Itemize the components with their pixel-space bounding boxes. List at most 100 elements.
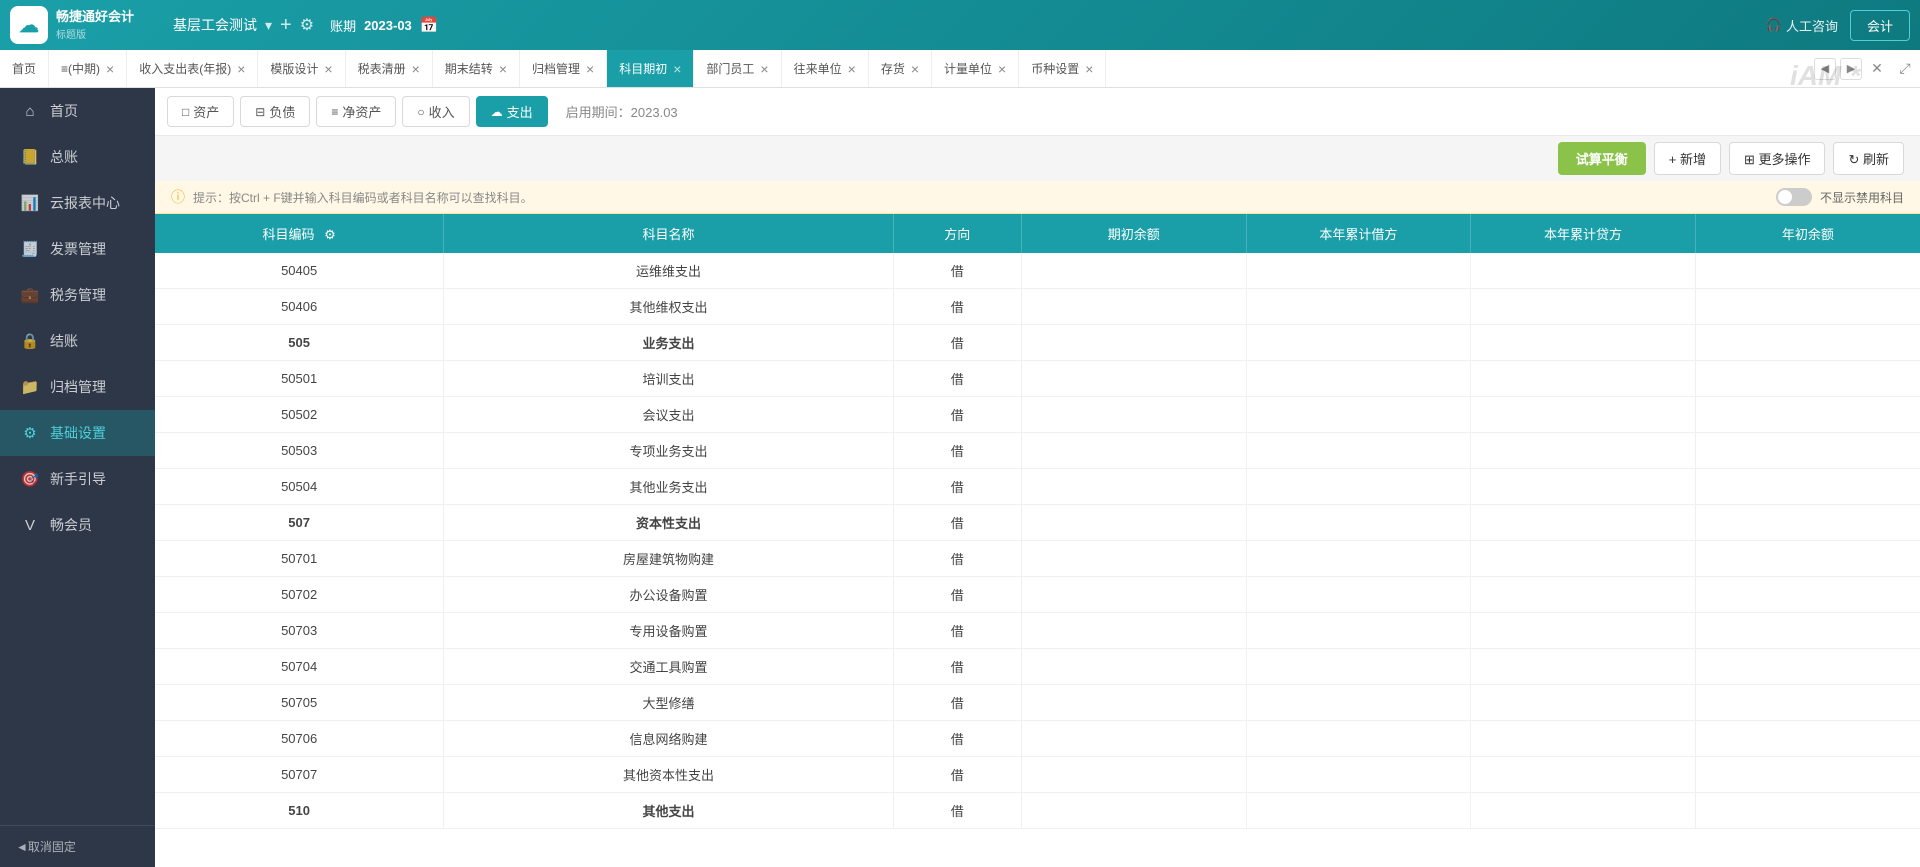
cell-period-balance[interactable] [1021, 613, 1246, 649]
sub-tab-asset[interactable]: □资产 [167, 96, 234, 127]
table-row[interactable]: 50405运维维支出借 [155, 253, 1920, 289]
cell-dir: 借 [893, 721, 1021, 757]
tab-currency[interactable]: 币种设置× [1019, 50, 1106, 87]
table-row[interactable]: 50406其他维权支出借 [155, 289, 1920, 325]
sidebar-item-guide[interactable]: 🎯新手引导 [0, 456, 155, 502]
tab-close-dept[interactable]: × [760, 61, 768, 77]
sub-tab-liability[interactable]: ⊟负债 [240, 96, 310, 127]
sidebar-item-member[interactable]: V畅会员 [0, 502, 155, 548]
tab-unit[interactable]: 计量单位 × [932, 50, 1019, 87]
cell-period-balance[interactable] [1021, 793, 1246, 829]
tab-partners[interactable]: 往来单位× [782, 50, 869, 87]
sidebar-item-home[interactable]: ⌂首页 [0, 88, 155, 134]
tab-archive[interactable]: 归档管理× [520, 50, 607, 87]
account-button[interactable]: 会计 [1850, 10, 1910, 41]
tab-close-unit[interactable]: × [998, 61, 1006, 77]
cell-period-balance[interactable] [1021, 253, 1246, 289]
tab-income[interactable]: 收入支出表(年报)× [127, 50, 258, 87]
tab-tax[interactable]: 税表清册× [346, 50, 433, 87]
refresh-button[interactable]: ↻ 刷新 [1833, 142, 1904, 175]
cell-period-balance[interactable] [1021, 361, 1246, 397]
sidebar-item-invoice[interactable]: 🧾发票管理 [0, 226, 155, 272]
dropdown-icon[interactable]: ▾ [265, 17, 272, 34]
tab-close-mid[interactable]: × [106, 61, 114, 77]
more-button[interactable]: ⊞ 更多操作 [1729, 142, 1826, 175]
cell-period-balance[interactable] [1021, 469, 1246, 505]
table-row[interactable]: 50702办公设备购置借 [155, 577, 1920, 613]
table-row[interactable]: 505业务支出借 [155, 325, 1920, 361]
table-row[interactable]: 50502会议支出借 [155, 397, 1920, 433]
cell-year-balance [1695, 757, 1920, 793]
cell-period-balance[interactable] [1021, 325, 1246, 361]
cell-year-balance [1695, 469, 1920, 505]
cell-period-balance[interactable] [1021, 289, 1246, 325]
sidebar-item-archive[interactable]: 📁归档管理 [0, 364, 155, 410]
cell-year-balance [1695, 253, 1920, 289]
cell-period-balance[interactable] [1021, 577, 1246, 613]
tab-close-inventory[interactable]: × [911, 61, 919, 77]
table-row[interactable]: 50503专项业务支出借 [155, 433, 1920, 469]
cell-period-balance[interactable] [1021, 685, 1246, 721]
tab-expand-btn[interactable]: ⤢ [1894, 58, 1916, 80]
cell-code: 510 [155, 793, 444, 829]
tab-close-currency[interactable]: × [1085, 61, 1093, 77]
add-project-btn[interactable]: + [280, 15, 292, 35]
table-row[interactable]: 510其他支出借 [155, 793, 1920, 829]
cell-year-credit [1471, 289, 1696, 325]
table-row[interactable]: 50501培训支出借 [155, 361, 1920, 397]
balance-button[interactable]: 试算平衡 [1558, 142, 1646, 175]
tab-close-tax[interactable]: × [412, 61, 420, 77]
tab-next-btn[interactable]: ▶ [1840, 58, 1862, 80]
table-row[interactable]: 50705大型修缮借 [155, 685, 1920, 721]
cell-period-balance[interactable] [1021, 757, 1246, 793]
tab-dept[interactable]: 部门员工× [694, 50, 781, 87]
sidebar-icon-archive: 📁 [20, 378, 40, 396]
logo-title: 畅捷通好会计 [56, 9, 134, 26]
tab-prev-btn[interactable]: ◀ [1814, 58, 1836, 80]
sidebar-item-settings[interactable]: ⚙基础设置 [0, 410, 155, 456]
tab-close-template[interactable]: × [324, 61, 332, 77]
table-row[interactable]: 50504其他业务支出借 [155, 469, 1920, 505]
sidebar-item-reports[interactable]: 📊云报表中心 [0, 180, 155, 226]
tab-period_end[interactable]: 期末结转× [433, 50, 520, 87]
tab-close-income[interactable]: × [237, 61, 245, 77]
cell-period-balance[interactable] [1021, 541, 1246, 577]
table-row[interactable]: 507资本性支出借 [155, 505, 1920, 541]
settings-icon[interactable]: ⚙ [300, 15, 314, 35]
tab-mid[interactable]: ≡(中期)× [49, 50, 127, 87]
tab-subject_init[interactable]: 科目期初× [607, 50, 694, 87]
sidebar-collapse-btn[interactable]: ◄取消固定 [0, 825, 155, 867]
gear-icon[interactable]: ⚙ [324, 227, 336, 242]
tab-home[interactable]: 首页 [0, 50, 49, 87]
sidebar-item-ledger[interactable]: 📒总账 [0, 134, 155, 180]
tab-close-all-btn[interactable]: ✕ [1866, 58, 1888, 80]
calendar-icon[interactable]: 📅 [420, 16, 439, 34]
tab-close-archive[interactable]: × [586, 61, 594, 77]
cell-period-balance[interactable] [1021, 433, 1246, 469]
table-wrapper[interactable]: 科目编码 ⚙ 科目名称 方向 期初余额 本年累计借方 本年累计贷方 年初余额 5… [155, 214, 1920, 867]
add-button[interactable]: + 新增 [1654, 142, 1721, 175]
help-btn[interactable]: 🎧 人工咨询 [1766, 16, 1838, 35]
toggle-switch[interactable] [1776, 188, 1812, 206]
sidebar-item-close[interactable]: 🔒结账 [0, 318, 155, 364]
sub-tab-income[interactable]: ○收入 [402, 96, 469, 127]
tab-inventory[interactable]: 存货× [869, 50, 932, 87]
table-row[interactable]: 50706信息网络购建借 [155, 721, 1920, 757]
sidebar-item-tax[interactable]: 💼税务管理 [0, 272, 155, 318]
cell-period-balance[interactable] [1021, 505, 1246, 541]
sub-tab-expense[interactable]: ☁支出 [476, 96, 548, 127]
table-row[interactable]: 50704交通工具购置借 [155, 649, 1920, 685]
cell-period-balance[interactable] [1021, 649, 1246, 685]
cell-period-balance[interactable] [1021, 721, 1246, 757]
sub-tab-net_asset[interactable]: ≡净资产 [316, 96, 396, 127]
table-row[interactable]: 50707其他资本性支出借 [155, 757, 1920, 793]
tab-label-unit: 计量单位 [944, 60, 992, 77]
cell-year-debit [1246, 289, 1471, 325]
tab-close-subject_init[interactable]: × [673, 61, 681, 77]
cell-period-balance[interactable] [1021, 397, 1246, 433]
tab-close-partners[interactable]: × [848, 61, 856, 77]
tab-template[interactable]: 模版设计× [258, 50, 345, 87]
table-row[interactable]: 50703专用设备购置借 [155, 613, 1920, 649]
table-row[interactable]: 50701房屋建筑物购建借 [155, 541, 1920, 577]
tab-close-period_end[interactable]: × [499, 61, 507, 77]
